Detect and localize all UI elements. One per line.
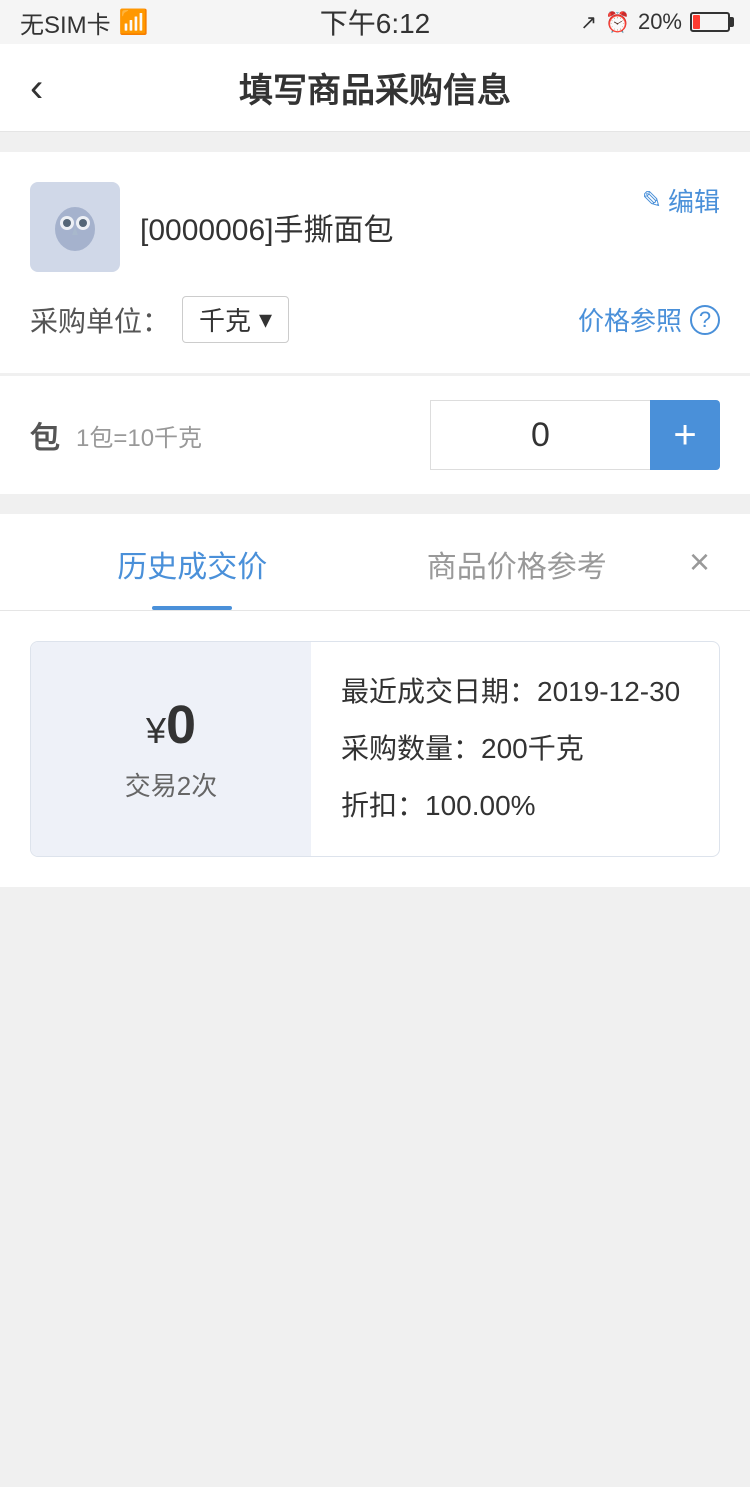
quantity-right: 0 + — [430, 400, 720, 470]
quantity-input[interactable]: 0 — [430, 400, 650, 470]
wifi-icon: 📶 — [119, 8, 149, 37]
history-card: ¥0 交易2次 最近成交日期：2019-12-30 采购数量：200千克 折扣：… — [30, 641, 720, 857]
product-section: [0000006]手撕面包 ✎ 编辑 采购单位： 千克 ▾ 价格参照 ? — [0, 152, 750, 373]
nav-bar: ‹ 填写商品采购信息 — [0, 44, 750, 132]
bottom-space — [0, 887, 750, 1487]
status-right: ↗ ⏰ 20% — [580, 9, 730, 35]
price-symbol: ¥ — [146, 710, 166, 751]
tab-product-price-ref[interactable]: 商品价格参考 — [354, 514, 678, 610]
page-title: 填写商品采购信息 — [239, 63, 511, 112]
edit-button[interactable]: ✎ 编辑 — [642, 182, 720, 219]
history-content: ¥0 交易2次 最近成交日期：2019-12-30 采购数量：200千克 折扣：… — [0, 611, 750, 887]
tab-product-ref-label: 商品价格参考 — [427, 551, 607, 584]
quantity-hint: 1包=10千克 — [76, 418, 202, 453]
edit-label: 编辑 — [668, 182, 720, 219]
battery-percent: 20% — [638, 9, 682, 35]
discount-label: 折扣： — [341, 790, 425, 821]
card-left: ¥0 交易2次 — [31, 642, 311, 856]
card-right: 最近成交日期：2019-12-30 采购数量：200千克 折扣：100.00% — [311, 642, 719, 856]
quantity-plus-button[interactable]: + — [650, 400, 720, 470]
unit-value: 千克 — [199, 301, 251, 338]
product-left: [0000006]手撕面包 — [30, 182, 393, 272]
status-bar: 无SIM卡 📶 下午6:12 ↗ ⏰ 20% — [0, 0, 750, 44]
purchase-qty-row: 采购数量：200千克 — [341, 729, 689, 768]
unit-left: 采购单位： 千克 ▾ — [30, 296, 289, 343]
tab-history-label: 历史成交价 — [117, 551, 267, 584]
carrier-label: 无SIM卡 — [20, 5, 111, 40]
price-ref-label: 价格参照 — [578, 301, 682, 338]
status-left: 无SIM卡 📶 — [20, 5, 149, 40]
product-thumbnail — [30, 182, 120, 272]
recent-date-label: 最近成交日期： — [341, 676, 537, 707]
unit-selector[interactable]: 千克 ▾ — [182, 296, 289, 343]
unit-label: 采购单位： — [30, 300, 170, 340]
quantity-left: 包 1包=10千克 — [30, 413, 202, 457]
trade-count: 交易2次 — [125, 766, 217, 803]
purchase-qty-label: 采购数量： — [341, 733, 481, 764]
price-value: 0 — [166, 695, 196, 755]
price-ref-icon: ? — [690, 305, 720, 335]
product-name: [0000006]手撕面包 — [140, 205, 393, 249]
product-logo-icon — [45, 197, 105, 257]
back-button[interactable]: ‹ — [30, 68, 43, 108]
recent-date-row: 最近成交日期：2019-12-30 — [341, 672, 689, 711]
battery-icon — [690, 12, 730, 32]
alarm-icon: ⏰ — [605, 10, 630, 35]
status-time: 下午6:12 — [320, 2, 431, 42]
quantity-section: 包 1包=10千克 0 + — [0, 375, 750, 494]
product-header: [0000006]手撕面包 ✎ 编辑 — [30, 182, 720, 272]
tab-history-price[interactable]: 历史成交价 — [30, 514, 354, 610]
tabs-close-button[interactable]: × — [679, 521, 720, 603]
card-price: ¥0 — [146, 694, 196, 756]
recent-date-value: 2019-12-30 — [537, 676, 680, 707]
tabs-header: 历史成交价 商品价格参考 × — [0, 514, 750, 611]
product-unit-row: 采购单位： 千克 ▾ 价格参照 ? — [30, 296, 720, 343]
discount-row: 折扣：100.00% — [341, 786, 689, 825]
discount-value: 100.00% — [425, 790, 536, 821]
edit-icon: ✎ — [642, 186, 662, 215]
tabs-section: 历史成交价 商品价格参考 × ¥0 交易2次 最近成交日期：2019-12-30… — [0, 514, 750, 887]
quantity-unit: 包 — [30, 413, 60, 457]
purchase-qty-value: 200千克 — [481, 733, 584, 764]
gps-icon: ↗ — [580, 10, 597, 35]
price-ref-button[interactable]: 价格参照 ? — [578, 301, 720, 338]
unit-dropdown-arrow: ▾ — [259, 304, 272, 335]
